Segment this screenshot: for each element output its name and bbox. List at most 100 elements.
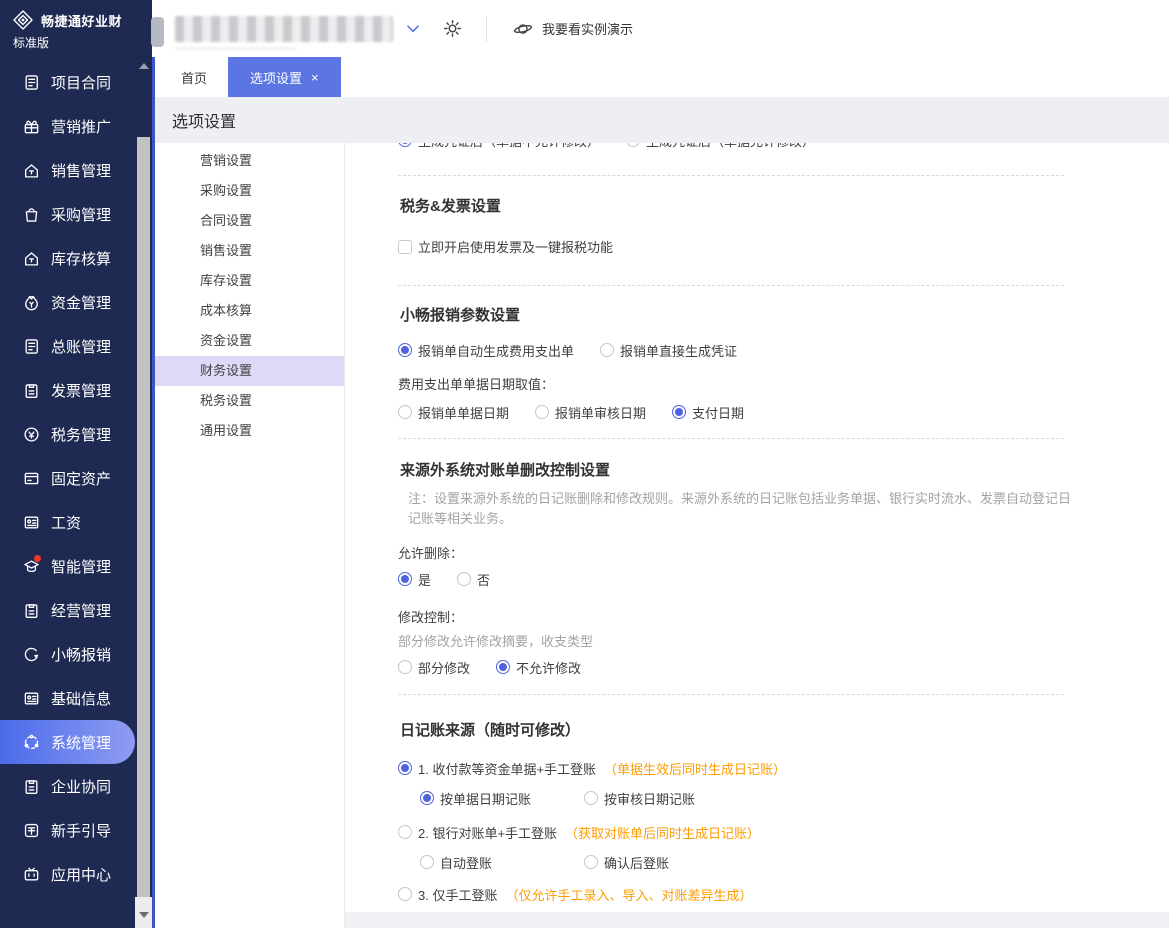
sidebar-item-project-contract[interactable]: 项目合同 (0, 60, 135, 104)
radio-icon[interactable] (398, 343, 412, 357)
radio-audit-date[interactable]: 报销单审核日期 (535, 403, 646, 422)
sidebar-item-fixed-assets[interactable]: 固定资产 (0, 456, 135, 500)
radio-partial-modify[interactable]: 部分修改 (398, 658, 470, 677)
radio-icon[interactable] (398, 143, 412, 147)
radio-icon[interactable] (535, 405, 550, 419)
money-bag-icon (23, 294, 40, 311)
sidebar-item-smart-mgmt[interactable]: 智能管理 (0, 544, 135, 588)
radio-no-modify[interactable]: 不允许修改 (496, 658, 581, 677)
main-sidebar: 畅捷通好业财 标准版 项目合同 营销推广 销售管理 采购管理 库存核算 资金管理… (0, 0, 152, 928)
nav-item-general-settings[interactable]: 通用设置 (155, 416, 344, 446)
checkbox-icon[interactable] (398, 239, 412, 254)
demo-link[interactable]: 我要看实例演示 (513, 19, 633, 38)
sidebar-item-invoice-mgmt[interactable]: 发票管理 (0, 368, 135, 412)
sidebar-item-operations-mgmt[interactable]: 经营管理 (0, 588, 135, 632)
sidebar-item-tax-mgmt[interactable]: 税务管理 (0, 412, 135, 456)
radio-icon[interactable] (420, 855, 434, 869)
scroll-down-arrow-icon[interactable] (139, 912, 149, 918)
nav-item-purchase-settings[interactable]: 采购设置 (155, 176, 344, 206)
radio-icon[interactable] (584, 791, 598, 805)
sidebar-item-label: 智能管理 (51, 558, 112, 576)
sidebar-item-inventory-accounting[interactable]: 库存核算 (0, 236, 135, 280)
radio-icon[interactable] (626, 143, 641, 147)
expense-date-label: 费用支出单单据日期取值： (398, 377, 555, 392)
nav-item-cost-accounting[interactable]: 成本核算 (155, 296, 344, 326)
radio-icon[interactable] (398, 887, 412, 901)
radio-icon[interactable] (584, 855, 598, 869)
radio-delete-no[interactable]: 否 (457, 570, 490, 589)
radio-icon[interactable] (420, 791, 434, 805)
nav-item-finance-settings[interactable]: 财务设置 (155, 356, 344, 386)
sidebar-item-label: 库存核算 (51, 250, 112, 268)
sidebar-item-marketing[interactable]: 营销推广 (0, 104, 135, 148)
radio-journal-funds-manual[interactable]: 1. 收付款等资金单据+手工登账 （单据生效后同时生成日记账） (398, 759, 786, 778)
radio-clipped-1[interactable]: 生成凭证后（单据不允许修改） (398, 143, 600, 150)
journal-option-2-row: 2. 银行对账单+手工登账 （获取对账单后同时生成日记账） (398, 822, 1169, 842)
radio-icon[interactable] (398, 405, 412, 419)
nav-item-label: 资金设置 (200, 333, 253, 348)
sidebar-item-newbie-guide[interactable]: 新手引导 (0, 808, 135, 852)
sidebar-item-app-center[interactable]: 应用中心 (0, 852, 135, 896)
section-title-tax-invoice: 税务&发票设置 (400, 198, 501, 215)
nav-item-sales-settings[interactable]: 销售设置 (155, 236, 344, 266)
radio-by-audit-date[interactable]: 按审核日期记账 (584, 789, 695, 808)
sidebar-item-enterprise-collab[interactable]: 企业协同 (0, 764, 135, 808)
project-contract-icon (23, 74, 40, 91)
nav-item-label: 税务设置 (200, 393, 253, 408)
nav-item-contract-settings[interactable]: 合同设置 (155, 206, 344, 236)
radio-icon[interactable] (398, 660, 412, 674)
sidebar-item-xiaochang-reimburse[interactable]: 小畅报销 (0, 632, 135, 676)
operations-clipboard-icon (23, 602, 40, 619)
settings-gear-button[interactable] (443, 19, 462, 38)
radio-delete-yes[interactable]: 是 (398, 570, 431, 589)
radio-icon[interactable] (457, 572, 472, 586)
radio-direct-voucher[interactable]: 报销单直接生成凭证 (600, 341, 737, 360)
nav-item-inventory-settings[interactable]: 库存设置 (155, 266, 344, 296)
section-title-journal-source: 日记账来源（随时可修改） (400, 722, 581, 739)
radio-pay-date[interactable]: 支付日期 (672, 403, 744, 422)
sidebar-item-base-info[interactable]: 基础信息 (0, 676, 135, 720)
topbar: 我要看实例演示 (151, 0, 1169, 57)
tab-home[interactable]: 首页 (160, 57, 228, 97)
tax-coin-icon (23, 426, 40, 443)
sidebar-item-general-ledger[interactable]: 总账管理 (0, 324, 135, 368)
base-info-card-icon (23, 690, 40, 707)
sidebar-item-purchase-mgmt[interactable]: 采购管理 (0, 192, 135, 236)
sidebar-scrollbar[interactable] (135, 57, 152, 928)
radio-icon[interactable] (398, 572, 412, 586)
radio-label: 生成凭证后（单据允许修改） (646, 143, 815, 150)
chevron-down-icon[interactable] (407, 24, 419, 33)
radio-icon[interactable] (600, 343, 615, 357)
radio-bill-date[interactable]: 报销单单据日期 (398, 403, 509, 422)
nav-item-funds-settings[interactable]: 资金设置 (155, 326, 344, 356)
radio-by-bill-date[interactable]: 按单据日期记账 (420, 789, 558, 808)
radio-auto-post[interactable]: 自动登账 (420, 853, 558, 872)
org-name-redacted[interactable] (175, 15, 393, 49)
scroll-up-arrow-icon[interactable] (139, 63, 149, 69)
tab-close-icon[interactable]: × (311, 71, 319, 84)
scrollbar-thumb[interactable] (137, 137, 150, 897)
sidebar-item-sales-mgmt[interactable]: 销售管理 (0, 148, 135, 192)
radio-journal-manual-only[interactable]: 3. 仅手工登账 （仅允许手工录入、导入、对账差异生成） (398, 885, 752, 904)
radio-post-after-confirm[interactable]: 确认后登账 (584, 853, 669, 872)
allow-delete-label: 允许删除： (398, 546, 464, 561)
nav-item-tax-settings[interactable]: 税务设置 (155, 386, 344, 416)
newbie-guide-icon (23, 822, 40, 839)
radio-icon[interactable] (398, 761, 412, 775)
sidebar-item-system-mgmt[interactable]: 系统管理 (0, 720, 135, 764)
radio-auto-expense-voucher[interactable]: 报销单自动生成费用支出单 (398, 341, 574, 360)
radio-label: 部分修改 (418, 660, 471, 676)
radio-icon[interactable] (398, 825, 412, 839)
nav-item-marketing-settings[interactable]: 营销设置 (155, 146, 344, 176)
tab-option-settings[interactable]: 选项设置 × (228, 57, 341, 97)
ledger-icon (23, 338, 40, 355)
journal-option-1-row: 1. 收付款等资金单据+手工登账 （单据生效后同时生成日记账） (398, 758, 1169, 778)
radio-clipped-2[interactable]: 生成凭证后（单据允许修改） (626, 143, 815, 150)
radio-icon[interactable] (672, 405, 687, 419)
radio-journal-bank-manual[interactable]: 2. 银行对账单+手工登账 （获取对账单后同时生成日记账） (398, 823, 760, 842)
invoice-enable-checkbox-row[interactable]: 立即开启使用发票及一键报税功能 (398, 237, 1169, 256)
sidebar-item-payroll[interactable]: 工资 (0, 500, 135, 544)
sidebar-item-funds-mgmt[interactable]: 资金管理 (0, 280, 135, 324)
radio-icon[interactable] (496, 660, 511, 674)
sidebar-item-label: 发票管理 (51, 382, 112, 400)
